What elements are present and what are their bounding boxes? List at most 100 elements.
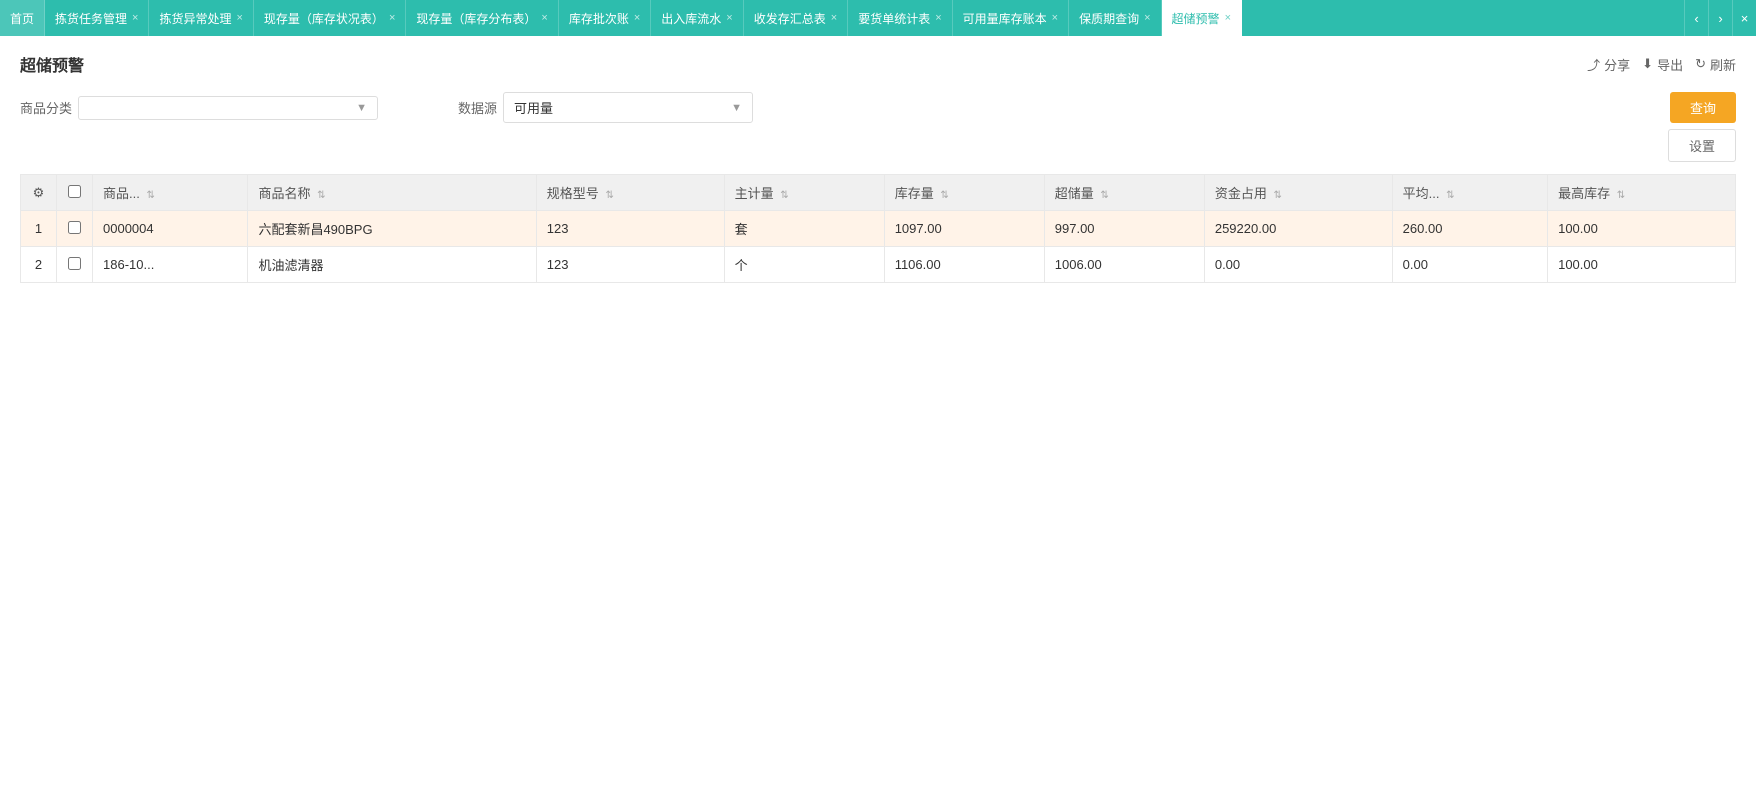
col-capital[interactable]: 资金占用 ⇅	[1204, 175, 1392, 211]
col-stock[interactable]: 库存量 ⇅	[884, 175, 1044, 211]
refresh-button[interactable]: ↻ 刷新	[1695, 55, 1736, 74]
col-checkbox	[57, 175, 93, 211]
close-batch[interactable]: ×	[634, 12, 640, 24]
sort-stock-icon: ⇅	[940, 190, 948, 201]
cell-maxstock: 100.00	[1548, 247, 1736, 283]
nav-exception[interactable]: 拣货异常处理 ×	[149, 0, 253, 36]
header-actions: ⤴ 分享 ⬇ 导出 ↻ 刷新	[1587, 55, 1736, 74]
settings-icon: ⚙	[33, 185, 45, 200]
nav-home[interactable]: 首页	[0, 0, 45, 36]
sort-avg-icon: ⇅	[1446, 190, 1454, 201]
nav-quality[interactable]: 保质期查询 ×	[1069, 0, 1161, 36]
row-checkbox[interactable]	[68, 257, 81, 270]
sort-overstock-icon: ⇅	[1100, 190, 1108, 201]
export-button[interactable]: ⬇ 导出	[1642, 55, 1683, 74]
nav-task-mgmt[interactable]: 拣货任务管理 ×	[45, 0, 149, 36]
sort-maxstock-icon: ⇅	[1617, 190, 1625, 201]
close-stock-dist[interactable]: ×	[541, 12, 547, 24]
col-settings[interactable]: ⚙	[21, 175, 57, 211]
datasource-label: 数据源	[458, 98, 497, 117]
cell-sku: 186-10...	[93, 247, 248, 283]
nav-available[interactable]: 可用量库存账本 ×	[953, 0, 1069, 36]
close-stock-status[interactable]: ×	[389, 12, 395, 24]
data-table: ⚙ 商品... ⇅ 商品名称 ⇅ 规格型号 ⇅ 主计量	[20, 174, 1736, 283]
page-header: 超储预警 ⤴ 分享 ⬇ 导出 ↻ 刷新	[20, 52, 1736, 76]
col-unit[interactable]: 主计量 ⇅	[724, 175, 884, 211]
row-index: 2	[21, 247, 57, 283]
close-quality[interactable]: ×	[1144, 12, 1150, 24]
cell-maxstock: 100.00	[1548, 211, 1736, 247]
row-index: 1	[21, 211, 57, 247]
col-avg[interactable]: 平均... ⇅	[1392, 175, 1547, 211]
cell-spec: 123	[536, 211, 724, 247]
table-body: 1 0000004 六配套新昌490BPG 123 套 1097.00 997.…	[21, 211, 1736, 283]
select-all-checkbox[interactable]	[68, 185, 81, 198]
query-button[interactable]: 查询	[1670, 92, 1736, 123]
table-row: 1 0000004 六配套新昌490BPG 123 套 1097.00 997.…	[21, 211, 1736, 247]
main-content: 超储预警 ⤴ 分享 ⬇ 导出 ↻ 刷新 商品分类	[0, 36, 1756, 800]
col-overstock[interactable]: 超储量 ⇅	[1044, 175, 1204, 211]
sort-capital-icon: ⇅	[1273, 190, 1281, 201]
cell-avg: 260.00	[1392, 211, 1547, 247]
nav-stock-dist[interactable]: 现存量（库存分布表） ×	[406, 0, 558, 36]
cell-overstock: 997.00	[1044, 211, 1204, 247]
col-name[interactable]: 商品名称 ⇅	[248, 175, 536, 211]
cell-name: 六配套新昌490BPG	[248, 211, 536, 247]
sort-spec-icon: ⇅	[605, 190, 613, 201]
category-filter-group: 商品分类 ▼	[20, 96, 378, 120]
nav-batch[interactable]: 库存批次账 ×	[559, 0, 651, 36]
sort-sku-icon: ⇅	[146, 190, 154, 201]
nav-collect[interactable]: 收发存汇总表 ×	[744, 0, 848, 36]
close-collect[interactable]: ×	[831, 12, 837, 24]
close-overstock[interactable]: ×	[1225, 12, 1231, 24]
category-label: 商品分类	[20, 98, 72, 117]
cell-stock: 1106.00	[884, 247, 1044, 283]
nav-inout-flow[interactable]: 出入库流水 ×	[651, 0, 743, 36]
datasource-chevron-icon: ▼	[731, 102, 742, 114]
nav-arrows: ‹ › ×	[1684, 0, 1756, 36]
table-row: 2 186-10... 机油滤清器 123 个 1106.00 1006.00 …	[21, 247, 1736, 283]
nav-next-arrow[interactable]: ›	[1708, 0, 1732, 36]
cell-capital: 0.00	[1204, 247, 1392, 283]
nav-prev-arrow[interactable]: ‹	[1684, 0, 1708, 36]
close-available[interactable]: ×	[1052, 12, 1058, 24]
col-sku[interactable]: 商品... ⇅	[93, 175, 248, 211]
settings-button[interactable]: 设置	[1668, 129, 1736, 162]
close-order-stat[interactable]: ×	[935, 12, 941, 24]
datasource-select[interactable]: 可用量 ▼	[503, 92, 753, 123]
category-select[interactable]: ▼	[78, 96, 378, 120]
col-spec[interactable]: 规格型号 ⇅	[536, 175, 724, 211]
filter-groups: 商品分类 ▼ 数据源 可用量 ▼	[20, 92, 753, 123]
page-title: 超储预警	[20, 52, 84, 76]
nav-overstock[interactable]: 超储预警 ×	[1162, 0, 1242, 36]
row-checkbox-cell	[57, 211, 93, 247]
row-checkbox-cell	[57, 247, 93, 283]
share-icon: ⤴	[1587, 55, 1600, 74]
cell-spec: 123	[536, 247, 724, 283]
cell-stock: 1097.00	[884, 211, 1044, 247]
col-maxstock[interactable]: 最高库存 ⇅	[1548, 175, 1736, 211]
cell-sku: 0000004	[93, 211, 248, 247]
nav-close-arrow[interactable]: ×	[1732, 0, 1756, 36]
filter-and-buttons-row: 商品分类 ▼ 数据源 可用量 ▼ 查询 设置	[20, 92, 1736, 162]
nav-stock-status[interactable]: 现存量（库存状况表） ×	[254, 0, 406, 36]
close-exception[interactable]: ×	[236, 12, 242, 24]
top-navigation: 首页 拣货任务管理 × 拣货异常处理 × 现存量（库存状况表） × 现存量（库存…	[0, 0, 1756, 36]
cell-unit: 个	[724, 247, 884, 283]
cell-capital: 259220.00	[1204, 211, 1392, 247]
table-header-row: ⚙ 商品... ⇅ 商品名称 ⇅ 规格型号 ⇅ 主计量	[21, 175, 1736, 211]
sort-name-icon: ⇅	[317, 190, 325, 201]
cell-avg: 0.00	[1392, 247, 1547, 283]
share-button[interactable]: ⤴ 分享	[1587, 55, 1630, 74]
close-inout-flow[interactable]: ×	[726, 12, 732, 24]
cell-name: 机油滤清器	[248, 247, 536, 283]
category-chevron-icon: ▼	[356, 102, 367, 114]
datasource-filter-group: 数据源 可用量 ▼	[458, 92, 753, 123]
row-checkbox[interactable]	[68, 221, 81, 234]
cell-unit: 套	[724, 211, 884, 247]
nav-order-stat[interactable]: 要货单统计表 ×	[848, 0, 952, 36]
datasource-select-value: 可用量	[514, 98, 553, 117]
close-task-mgmt[interactable]: ×	[132, 12, 138, 24]
refresh-icon: ↻	[1695, 56, 1706, 72]
cell-overstock: 1006.00	[1044, 247, 1204, 283]
